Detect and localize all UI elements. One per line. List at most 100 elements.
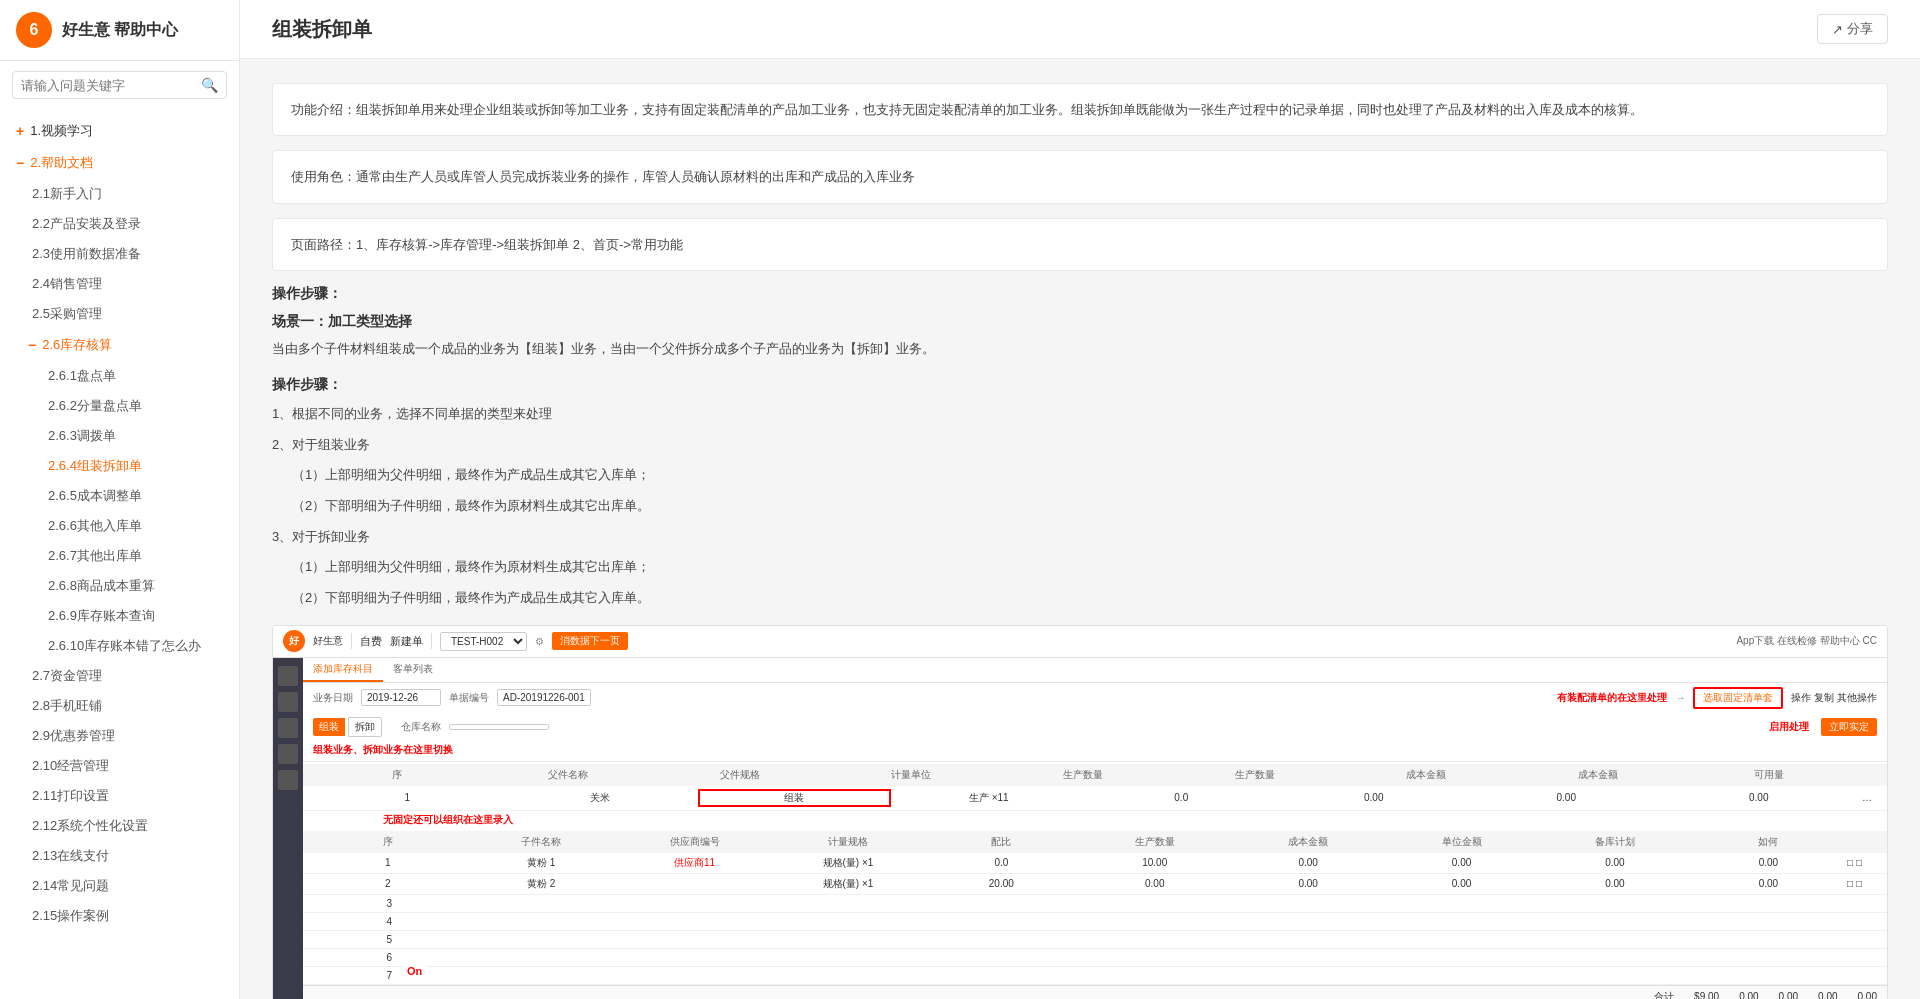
mock-annotation-2: 启用处理	[1769, 720, 1809, 734]
share-button[interactable]: ↗ 分享	[1817, 14, 1888, 44]
sidebar-item-video[interactable]: + 1.视频学习	[0, 115, 239, 147]
sidebar-item-docs-2-6-10[interactable]: 2.6.10库存账本错了怎么办	[0, 631, 239, 661]
search-icon[interactable]: 🔍	[201, 77, 218, 93]
mock-lower-row-1: 1 黄粉 1 供应商11 规格(量) ×1 0.0 10.00 0.00 0.0…	[303, 853, 1887, 874]
mock-lower-row-3: 3	[303, 895, 1887, 913]
brand-name: 好生意 帮助中心	[62, 20, 178, 41]
sidebar-item-docs-2-11[interactable]: 2.11打印设置	[0, 781, 239, 811]
main-content: 组装拆卸单 ↗ 分享 功能介绍：组装拆卸单用来处理企业组装或拆卸等加工业务，支持…	[240, 0, 1920, 999]
sidebar-item-docs-2-6-2[interactable]: 2.6.2分量盘点单	[0, 391, 239, 421]
mock-top-icons: App下载 在线检修 帮助中心 CC	[1736, 634, 1877, 648]
sidebar-item-docs-2-3[interactable]: 2.3使用前数据准备	[0, 239, 239, 269]
logo-circle: 6	[16, 12, 52, 48]
sidebar-item-docs-2-4[interactable]: 2.4销售管理	[0, 269, 239, 299]
mock-th-col6: 生产数量	[1171, 768, 1339, 782]
sidebar-item-docs-2-1[interactable]: 2.1新手入门	[0, 179, 239, 209]
mock-warehouse-label: 仓库名称	[401, 720, 441, 734]
sidebar-item-docs-2-8[interactable]: 2.8手机旺铺	[0, 691, 239, 721]
user-role-box: 使用角色：通常由生产人员或库管人员完成拆装业务的操作，库管人员确认原材料的出库和…	[272, 150, 1888, 203]
mock-row1-col6: 0.00	[1472, 792, 1661, 803]
sidebar-item-docs-2-14[interactable]: 2.14常见问题	[0, 871, 239, 901]
mock-nav-icon-2[interactable]	[278, 692, 298, 712]
mock-lth-col3: 计量规格	[773, 835, 922, 849]
mock-divider-1	[303, 761, 1887, 762]
feature-intro-text: 功能介绍：组装拆卸单用来处理企业组装或拆卸等加工业务，支持有固定装配清单的产品加…	[291, 98, 1869, 121]
search-input[interactable]	[21, 78, 201, 93]
mock-row1-ops[interactable]: …	[1857, 792, 1877, 803]
step3-1: （1）上部明细为父件明细，最终作为原材料生成其它出库单；	[272, 555, 1888, 580]
sidebar-item-docs-2-6[interactable]: − 2.6库存核算	[0, 329, 239, 361]
mock-assemble-btn[interactable]: 组装	[313, 718, 345, 736]
mock-btn-next[interactable]: 消数据下一页	[552, 632, 628, 650]
mock-nav-icon-5[interactable]	[278, 770, 298, 790]
mock-bill-input[interactable]: AD-20191226-001	[497, 689, 591, 706]
sidebar-item-docs-2-6-8[interactable]: 2.6.8商品成本重算	[0, 571, 239, 601]
scene-one-title: 场景一：加工类型选择	[272, 313, 1888, 331]
mock-form-row-2: 组装 拆卸 仓库名称 启用处理 立即实定	[303, 713, 1887, 741]
sidebar-item-docs-2-6-6[interactable]: 2.6.6其他入库单	[0, 511, 239, 541]
mock-nav-icon-4[interactable]	[278, 744, 298, 764]
expand-icon-docs-2-6: −	[28, 337, 36, 353]
sidebar-item-docs-2-10[interactable]: 2.10经营管理	[0, 751, 239, 781]
mock-disassemble-btn[interactable]: 拆卸	[348, 717, 382, 737]
sidebar-item-docs-2-15[interactable]: 2.15操作案例	[0, 901, 239, 931]
mock-app: 好 好生意 自费 新建单 TEST-H002 ⚙ 消数据下一页 App下载 在线…	[273, 626, 1887, 999]
sidebar-item-docs-2-5[interactable]: 2.5采购管理	[0, 299, 239, 329]
sidebar-item-docs-2-9[interactable]: 2.9优惠券管理	[0, 721, 239, 751]
sidebar-item-docs-2-2[interactable]: 2.2产品安装及登录	[0, 209, 239, 239]
mock-nav-icon-3[interactable]	[278, 718, 298, 738]
sidebar-item-docs-2-6-4[interactable]: 2.6.4组装拆卸单	[0, 451, 239, 481]
step3: 3、对于拆卸业务	[272, 525, 1888, 550]
mock-tab-add[interactable]: 添加库存科目	[303, 658, 383, 682]
mock-footer-v5: 0.00	[1858, 991, 1877, 999]
mock-table-header-lower: 序 子件名称 供应商编号 计量规格 配比 生产数量 成本金额 单位金额 备库计划…	[303, 831, 1887, 853]
mock-lower-row-7: 7	[303, 967, 1887, 985]
mock-lth-ops	[1847, 835, 1877, 849]
mock-tab-list[interactable]: 客单列表	[383, 658, 443, 682]
sidebar-item-docs-2-6-7[interactable]: 2.6.7其他出库单	[0, 541, 239, 571]
mock-btn-fixed[interactable]: 选取固定清单套	[1693, 687, 1783, 709]
sidebar-item-docs-2-12[interactable]: 2.12系统个性化设置	[0, 811, 239, 841]
mock-bill-label: 单据编号	[449, 691, 489, 705]
mock-annotation-1: 有装配清单的在这里处理	[1557, 691, 1667, 705]
mock-btn-confirm[interactable]: 立即实定	[1821, 718, 1877, 736]
mock-annotation-no-fixed: 无固定还可以组织在这里录入	[303, 811, 1887, 827]
page-title: 组装拆卸单	[272, 16, 372, 43]
mock-warehouse-input[interactable]	[449, 724, 549, 730]
mock-row1-col1: 关米	[506, 791, 695, 805]
mock-menu-1: 自费	[360, 634, 382, 649]
mock-row1-col7: 0.00	[1665, 792, 1854, 803]
mock-lower-row-5: 5	[303, 931, 1887, 949]
mock-brand: 好生意	[313, 634, 343, 648]
mock-table-row-1: 1 关米 组装 生产 ×11 0.0 0.00 0.00 0.00 …	[303, 786, 1887, 811]
user-role-text: 使用角色：通常由生产人员或库管人员完成拆装业务的操作，库管人员确认原材料的出库和…	[291, 165, 1869, 188]
steps-content: 1、根据不同的业务，选择不同单据的类型来处理 2、对于组装业务 （1）上部明细为…	[272, 402, 1888, 611]
mock-lth-col9: 如何	[1694, 835, 1843, 849]
mock-th-col3: 父件规格	[656, 768, 824, 782]
mock-nav-icon-1[interactable]	[278, 666, 298, 686]
mock-lth-col8: 备库计划	[1540, 835, 1689, 849]
sidebar-item-docs-2-7[interactable]: 2.7资金管理	[0, 661, 239, 691]
mock-row1-col3: 生产 ×11	[895, 791, 1084, 805]
mock-th-col5: 生产数量	[999, 768, 1167, 782]
nav-tree: + 1.视频学习 − 2.帮助文档 2.1新手入门 2.2产品安装及登录 2.3…	[0, 109, 239, 999]
ops-steps-title: 操作步骤：	[272, 376, 1888, 394]
mock-lower-row-2: 2 黄粉 2 规格(量) ×1 20.00 0.00 0.00 0.00 0.0…	[303, 874, 1887, 895]
search-box[interactable]: 🔍	[12, 71, 227, 99]
mock-content-panel: 添加库存科目 客单列表 业务日期 2019-12-26 单据编号 AD-2019…	[303, 658, 1887, 999]
mock-th-col1: 序	[313, 768, 481, 782]
step2: 2、对于组装业务	[272, 433, 1888, 458]
mock-row1-col2[interactable]: 组装	[698, 789, 891, 807]
mock-left-nav	[273, 658, 303, 999]
sidebar-item-docs-2-6-9[interactable]: 2.6.9库存账本查询	[0, 601, 239, 631]
mock-lth-col1: 子件名称	[466, 835, 615, 849]
sidebar-item-docs[interactable]: − 2.帮助文档	[0, 147, 239, 179]
sidebar-item-docs-2-6-1[interactable]: 2.6.1盘点单	[0, 361, 239, 391]
mock-code-select[interactable]: TEST-H002	[440, 632, 527, 651]
mock-footer-v1: $9.00	[1694, 991, 1719, 999]
mock-th-ops	[1857, 768, 1877, 782]
mock-date-input[interactable]: 2019-12-26	[361, 689, 441, 706]
sidebar-item-docs-2-6-3[interactable]: 2.6.3调拨单	[0, 421, 239, 451]
sidebar-item-docs-2-13[interactable]: 2.13在线支付	[0, 841, 239, 871]
sidebar-item-docs-2-6-5[interactable]: 2.6.5成本调整单	[0, 481, 239, 511]
